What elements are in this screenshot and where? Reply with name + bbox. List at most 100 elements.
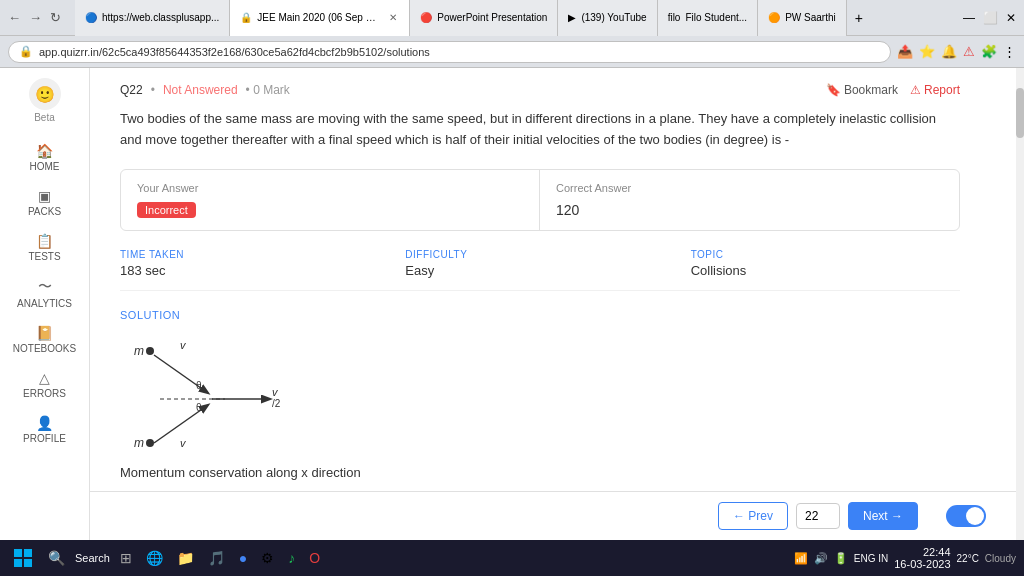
profile-icon: 👤 (36, 415, 53, 431)
settings-icon[interactable]: ⋮ (1003, 44, 1016, 59)
correct-answer-column: Correct Answer 120 (540, 170, 959, 230)
notebooks-icon: 📔 (36, 325, 53, 341)
tab-classplusapp[interactable]: 🔵 https://web.classplusapp... (75, 0, 230, 36)
topic-value: Collisions (691, 263, 960, 278)
page-select[interactable]: 22 (796, 503, 840, 529)
svg-text:v: v (180, 437, 187, 449)
browser-nav-controls[interactable]: ← → ↻ (8, 10, 61, 25)
question-header: Q22 • Not Answered • 0 Mark 🔖 Bookmark ⚠… (120, 83, 960, 97)
svg-rect-14 (14, 549, 22, 557)
toggle-switch[interactable] (946, 505, 986, 527)
sidebar-analytics-label: ANALYTICS (17, 298, 72, 309)
question-meta: Q22 • Not Answered • 0 Mark (120, 83, 290, 97)
svg-text:m: m (134, 436, 144, 450)
sidebar-item-home[interactable]: 🏠 HOME (5, 137, 85, 178)
search-label[interactable]: Search (75, 552, 110, 564)
windows-logo-icon (14, 549, 32, 567)
your-answer-column: Your Answer Incorrect (121, 170, 540, 230)
svg-text:v: v (272, 386, 279, 398)
toggle-knob (966, 507, 984, 525)
time-taken-stat: TIME TAKEN 183 sec (120, 249, 389, 278)
minimize-button[interactable]: — (963, 11, 975, 25)
forward-button[interactable]: → (29, 10, 42, 25)
logo-label: Beta (34, 112, 55, 123)
tab-filo[interactable]: filo Filo Student... (658, 0, 759, 36)
extension-icon[interactable]: 🧩 (981, 44, 997, 59)
chrome-icon[interactable]: ● (235, 548, 251, 568)
taskview-icon[interactable]: ⊞ (116, 548, 136, 568)
warning-icon: ⚠ (963, 44, 975, 59)
svg-rect-15 (24, 549, 32, 557)
navigation-bar: ← Prev 22 Next → (90, 491, 1016, 540)
svg-point-0 (146, 347, 154, 355)
media-icon[interactable]: 🎵 (204, 548, 229, 568)
tab-powerpoint[interactable]: 🔴 PowerPoint Presentation (410, 0, 558, 36)
browser-taskbar-icon[interactable]: 🌐 (142, 548, 167, 568)
back-button[interactable]: ← (8, 10, 21, 25)
spotify-icon[interactable]: ♪ (284, 548, 299, 568)
svg-text:θ: θ (196, 380, 202, 391)
sidebar-item-tests[interactable]: 📋 TESTS (5, 227, 85, 268)
address-bar-row: 🔒 app.quizrr.in/62c5ca493f85644353f2e168… (0, 36, 1024, 68)
scrollbar-thumb[interactable] (1016, 88, 1024, 138)
wifi-icon[interactable]: 📶 (794, 552, 808, 565)
tab-close-icon[interactable]: ✕ (387, 12, 399, 23)
bookmark-star-icon[interactable]: ⭐ (919, 44, 935, 59)
report-icon: ⚠ (910, 83, 921, 97)
difficulty-value: Easy (405, 263, 674, 278)
next-button[interactable]: Next → (848, 502, 918, 530)
time-display: 22:44 (894, 546, 950, 558)
clock: 22:44 16-03-2023 (894, 546, 950, 570)
share-icon[interactable]: 📤 (897, 44, 913, 59)
packs-icon: ▣ (38, 188, 51, 204)
sidebar: 🙂 Beta 🏠 HOME ▣ PACKS 📋 TESTS 〜 ANALYTIC… (0, 68, 90, 540)
app-logo: 🙂 Beta (29, 78, 61, 123)
maximize-button[interactable]: ⬜ (983, 11, 998, 25)
volume-icon[interactable]: 🔊 (814, 552, 828, 565)
tab-youtube[interactable]: ▶ (139) YouTube (558, 0, 657, 36)
collision-diagram: m v θ θ (120, 331, 320, 451)
address-bar[interactable]: 🔒 app.quizrr.in/62c5ca493f85644353f2e168… (8, 41, 891, 63)
sidebar-item-analytics[interactable]: 〜 ANALYTICS (5, 272, 85, 315)
sidebar-home-label: HOME (30, 161, 60, 172)
tab-jee-main[interactable]: 🔒 JEE Main 2020 (06 Sep Shift ... ✕ (230, 0, 410, 36)
question-actions: 🔖 Bookmark ⚠ Report (826, 83, 960, 97)
scrollbar-track[interactable] (1016, 68, 1024, 540)
bookmark-button[interactable]: 🔖 Bookmark (826, 83, 898, 97)
analytics-icon: 〜 (38, 278, 52, 296)
sidebar-item-packs[interactable]: ▣ PACKS (5, 182, 85, 223)
weather-temp: 22°C (957, 553, 979, 564)
opera-icon[interactable]: O (305, 548, 324, 568)
sidebar-item-errors[interactable]: △ ERRORS (5, 364, 85, 405)
momentum-conservation-text: Momentum conservation along x direction (120, 465, 960, 480)
notification-icon[interactable]: 🔔 (941, 44, 957, 59)
taskbar: 🔍 Search ⊞ 🌐 📁 🎵 ● ⚙ ♪ O 📶 🔊 🔋 ENG IN 22… (0, 540, 1024, 576)
system-tray: 📶 🔊 🔋 ENG IN 22:44 16-03-2023 22°C Cloud… (794, 546, 1016, 570)
settings-taskbar-icon[interactable]: ⚙ (257, 548, 278, 568)
content-inner: Q22 • Not Answered • 0 Mark 🔖 Bookmark ⚠… (90, 68, 990, 540)
sidebar-item-profile[interactable]: 👤 PROFILE (5, 409, 85, 450)
solution-label: SOLUTION (120, 309, 960, 321)
logo-icon: 🙂 (29, 78, 61, 110)
time-taken-value: 183 sec (120, 263, 389, 278)
taskbar-left: 🔍 Search ⊞ 🌐 📁 🎵 ● ⚙ ♪ O (8, 546, 324, 570)
sidebar-item-notebooks[interactable]: 📔 NOTEBOOKS (5, 319, 85, 360)
question-text: Two bodies of the same mass are moving w… (120, 109, 960, 151)
search-taskbar-icon[interactable]: 🔍 (44, 548, 69, 568)
new-tab-button[interactable]: + (847, 0, 871, 36)
browser-tabs: 🔵 https://web.classplusapp... 🔒 JEE Main… (75, 0, 1016, 36)
svg-text:v: v (180, 339, 187, 351)
sidebar-errors-label: ERRORS (23, 388, 66, 399)
close-window-button[interactable]: ✕ (1006, 11, 1016, 25)
start-button[interactable] (8, 546, 38, 570)
files-icon[interactable]: 📁 (173, 548, 198, 568)
weather-desc: Cloudy (985, 553, 1016, 564)
bookmark-label: Bookmark (844, 83, 898, 97)
language-indicator: ENG IN (854, 553, 888, 564)
prev-button[interactable]: ← Prev (718, 502, 788, 530)
svg-text:/2: /2 (272, 398, 281, 409)
reload-button[interactable]: ↻ (50, 10, 61, 25)
report-button[interactable]: ⚠ Report (910, 83, 960, 97)
stats-row: TIME TAKEN 183 sec DIFFICULTY Easy TOPIC… (120, 249, 960, 291)
tab-pw[interactable]: 🟠 PW Saarthi (758, 0, 847, 36)
